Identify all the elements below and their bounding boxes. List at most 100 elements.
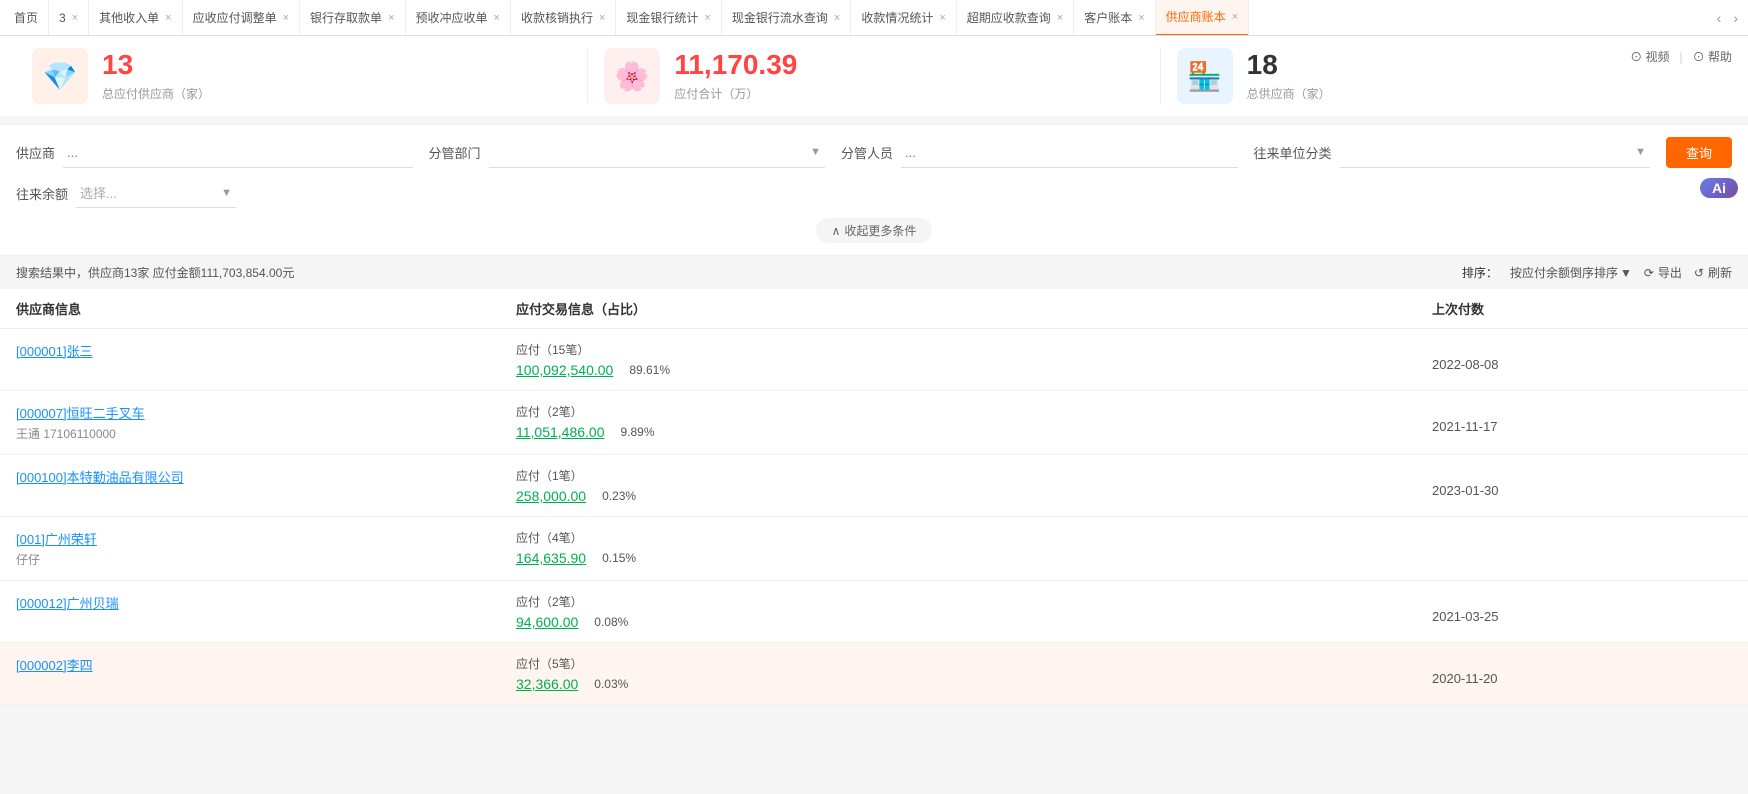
close-tab-receive-stat[interactable]: × <box>939 12 945 24</box>
summary-card-payable-suppliers: 💎13总应付供应商（家） <box>16 48 588 104</box>
supplier-link-2[interactable]: [000100]本特勤油品有限公司 <box>16 470 184 485</box>
filter-section: 供应商 分管部门 ▼ 分管人员 往来单位分类 ▼ 查询 往来余额 <box>0 124 1748 256</box>
help-link[interactable]: ⊙ 帮助 <box>1693 48 1732 65</box>
close-tab-ap-adjust[interactable]: × <box>283 12 289 24</box>
close-tab-customer-account[interactable]: × <box>1138 12 1144 24</box>
supplier-col-4: [000012]广州贝瑞 <box>16 593 516 612</box>
table-row: [000007]恒旺二手叉车王通 17106110000应付（2笔）11,051… <box>0 391 1748 455</box>
summary-card-payable-amount: 🌸11,170.39应付合计（万） <box>588 48 1160 104</box>
last-payment-col-5: 2020-11-20 <box>1432 655 1732 686</box>
payable-amount-icon: 🌸 <box>604 48 660 104</box>
nav-tab-receive-verify[interactable]: 收款核销执行× <box>511 0 616 36</box>
dept-label: 分管部门 <box>429 143 481 162</box>
video-link[interactable]: ⊙ 视频 <box>1630 48 1669 65</box>
person-label: 分管人员 <box>841 143 893 162</box>
collapse-icon: ∧ <box>832 224 841 238</box>
nav-tab-cash-bank-flow[interactable]: 现金银行流水查询× <box>722 0 851 36</box>
unit-class-select[interactable]: ▼ <box>1340 138 1650 168</box>
nav-tab-overdue-query[interactable]: 超期应收款查询× <box>957 0 1074 36</box>
close-tab-tab2[interactable]: × <box>72 12 78 24</box>
supplier-link-1[interactable]: [000007]恒旺二手叉车 <box>16 406 145 421</box>
ap-label-3: 应付（4笔） <box>516 529 1432 546</box>
balance-select[interactable]: 选择... ▼ <box>76 178 236 208</box>
close-tab-cash-bank-flow[interactable]: × <box>834 12 840 24</box>
top-nav: 首页3×其他收入单×应收应付调整单×银行存取款单×预收冲应收单×收款核销执行×现… <box>0 0 1748 36</box>
table-row: [001]广州荣轩仔仔应付（4笔） 164,635.90 0.15% <box>0 517 1748 581</box>
query-button[interactable]: 查询 <box>1666 137 1732 168</box>
collapse-button[interactable]: ∧ 收起更多条件 <box>816 218 933 243</box>
filter-row-2: 往来余额 选择... ▼ <box>16 178 1732 208</box>
ap-amount-2[interactable]: 258,000.00 <box>516 488 586 504</box>
ap-label-0: 应付（15笔） <box>516 341 1432 358</box>
filter-unit-class: 往来单位分类 ▼ <box>1254 138 1651 168</box>
col-header-ap: 应付交易信息（占比） <box>516 299 1432 318</box>
person-input[interactable] <box>901 138 1237 168</box>
close-tab-cash-bank-stat[interactable]: × <box>704 12 710 24</box>
ai-badge[interactable]: Ai <box>1700 178 1738 198</box>
supplier-col-5: [000002]李四 <box>16 655 516 674</box>
ap-percent-3: 0.15% <box>602 551 636 565</box>
divider: | <box>1680 50 1683 64</box>
ap-amount-0[interactable]: 100,092,540.00 <box>516 362 613 378</box>
export-button[interactable]: ⟳ 导出 <box>1644 264 1682 281</box>
results-bar: 搜索结果中，供应商13家 应付金额111,703,854.00元 排序： 按应付… <box>0 256 1748 289</box>
nav-arrow-left[interactable]: ‹ <box>1711 10 1728 26</box>
ap-label-1: 应付（2笔） <box>516 403 1432 420</box>
total-suppliers-info: 18总供应商（家） <box>1247 50 1331 102</box>
nav-tab-tab2[interactable]: 3× <box>49 0 89 36</box>
last-payment-col-3 <box>1432 529 1732 545</box>
ap-col-4: 应付（2笔）94,600.000.08% <box>516 593 1432 630</box>
sort-dropdown-icon: ▼ <box>1620 266 1632 280</box>
balance-label: 往来余额 <box>16 184 68 203</box>
ap-percent-0: 89.61% <box>629 363 670 377</box>
refresh-button[interactable]: ↺ 刷新 <box>1694 264 1732 281</box>
supplier-link-5[interactable]: [000002]李四 <box>16 658 93 673</box>
ap-amount-1[interactable]: 11,051,486.00 <box>516 424 605 440</box>
table-header: 供应商信息 应付交易信息（占比） 上次付数 <box>0 289 1748 329</box>
payable-amount-label: 应付合计（万） <box>674 85 797 102</box>
ap-amount-4[interactable]: 94,600.00 <box>516 614 578 630</box>
filter-supplier: 供应商 <box>16 138 413 168</box>
table-row: [000001]张三应付（15笔）100,092,540.0089.61%202… <box>0 329 1748 391</box>
nav-tab-ap-adjust[interactable]: 应收应付调整单× <box>183 0 300 36</box>
dept-dropdown-icon: ▼ <box>810 146 821 158</box>
supplier-input[interactable] <box>63 138 412 168</box>
nav-tab-other-income[interactable]: 其他收入单× <box>89 0 182 36</box>
supplier-col-0: [000001]张三 <box>16 341 516 360</box>
nav-tab-supplier-account[interactable]: 供应商账本× <box>1156 0 1249 36</box>
table-row: [000002]李四应付（5笔）32,366.000.03%2020-11-20 <box>0 643 1748 705</box>
close-tab-other-income[interactable]: × <box>165 12 171 24</box>
ap-label-5: 应付（5笔） <box>516 655 1432 672</box>
close-tab-bank-deposit[interactable]: × <box>388 12 394 24</box>
dept-select[interactable]: ▼ <box>489 138 825 168</box>
export-icon: ⟳ <box>1644 266 1654 280</box>
ap-amount-5[interactable]: 32,366.00 <box>516 676 578 692</box>
supplier-link-3[interactable]: [001]广州荣轩 <box>16 532 97 547</box>
close-tab-prepay[interactable]: × <box>494 12 500 24</box>
close-tab-supplier-account[interactable]: × <box>1232 11 1238 23</box>
close-tab-overdue-query[interactable]: × <box>1057 12 1063 24</box>
nav-arrow-right[interactable]: › <box>1727 10 1744 26</box>
col-header-last-payment: 上次付数 <box>1432 299 1732 318</box>
payable-suppliers-label: 总应付供应商（家） <box>102 85 210 102</box>
total-suppliers-icon: 🏪 <box>1177 48 1233 104</box>
nav-tab-prepay[interactable]: 预收冲应收单× <box>406 0 511 36</box>
nav-tab-bank-deposit[interactable]: 银行存取款单× <box>300 0 405 36</box>
sort-button[interactable]: 按应付余额倒序排序 ▼ <box>1510 264 1632 281</box>
supplier-link-4[interactable]: [000012]广州贝瑞 <box>16 596 119 611</box>
nav-tab-customer-account[interactable]: 客户账本× <box>1074 0 1155 36</box>
ap-percent-4: 0.08% <box>594 615 628 629</box>
export-label: 导出 <box>1658 264 1682 281</box>
ap-amount-3[interactable]: 164,635.90 <box>516 550 586 566</box>
close-tab-receive-verify[interactable]: × <box>599 12 605 24</box>
payable-suppliers-info: 13总应付供应商（家） <box>102 50 210 102</box>
nav-tab-cash-bank-stat[interactable]: 现金银行统计× <box>616 0 721 36</box>
right-tools: 排序： 按应付余额倒序排序 ▼ ⟳ 导出 ↺ 刷新 <box>1462 264 1732 281</box>
last-payment-col-1: 2021-11-17 <box>1432 403 1732 434</box>
supplier-col-3: [001]广州荣轩仔仔 <box>16 529 516 568</box>
last-payment-col-4: 2021-03-25 <box>1432 593 1732 624</box>
nav-tab-home[interactable]: 首页 <box>4 0 49 36</box>
nav-tab-receive-stat[interactable]: 收款情况统计× <box>851 0 956 36</box>
header-summary: ⊙ 视频 | ⊙ 帮助 💎13总应付供应商（家）🌸11,170.39应付合计（万… <box>0 36 1748 116</box>
supplier-link-0[interactable]: [000001]张三 <box>16 344 93 359</box>
